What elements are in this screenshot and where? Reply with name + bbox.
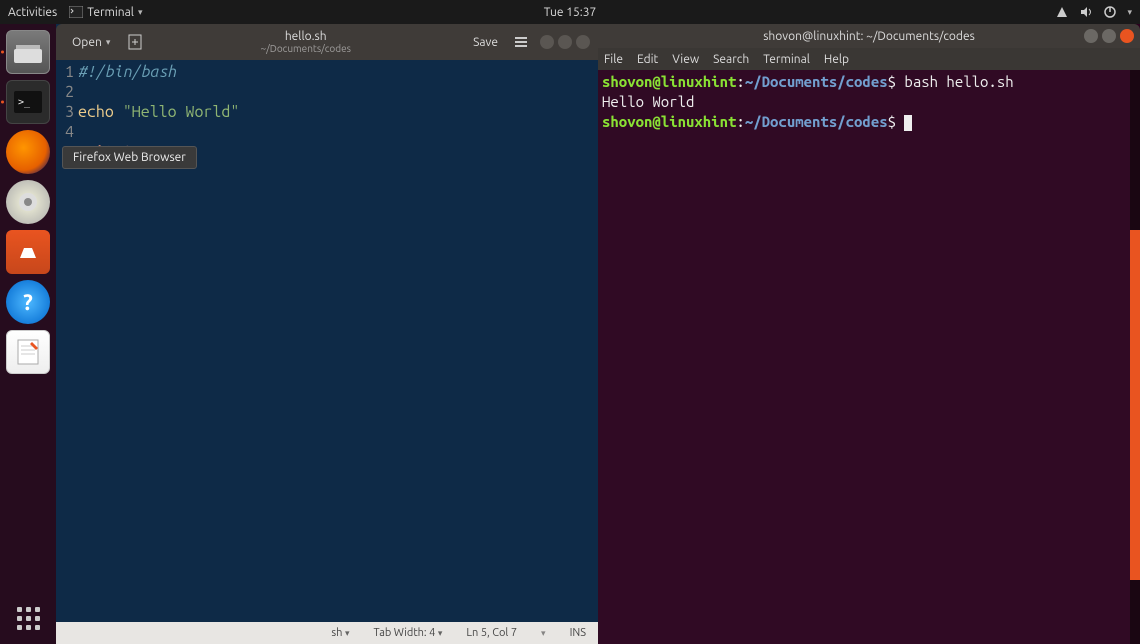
terminal-titlebar: shovon@linuxhint: ~/Documents/codes (598, 24, 1140, 48)
cursor-position: Ln 5, Col 7 (466, 627, 517, 639)
close-button[interactable] (576, 35, 590, 49)
activities-button[interactable]: Activities (8, 6, 57, 19)
dock-terminal[interactable]: >_ (6, 80, 50, 124)
svg-text:>_: >_ (18, 97, 31, 108)
maximize-button[interactable] (558, 35, 572, 49)
window-controls (1084, 29, 1134, 43)
dock-firefox[interactable] (6, 130, 50, 174)
save-button[interactable]: Save (463, 32, 508, 53)
line-number: 4 (56, 122, 74, 142)
menu-terminal[interactable]: Terminal (763, 53, 810, 66)
menu-view[interactable]: View (672, 53, 699, 66)
volume-icon (1079, 5, 1093, 19)
open-button[interactable]: Open ▾ (64, 32, 118, 53)
menu-help[interactable]: Help (824, 53, 849, 66)
code-line[interactable] (78, 82, 598, 102)
app-menu[interactable]: Terminal ▾ (69, 5, 142, 19)
terminal-line: Hello World (602, 92, 1136, 112)
terminal-window: shovon@linuxhint: ~/Documents/codes File… (598, 24, 1140, 644)
gedit-title: hello.sh ~/Documents/codes (148, 30, 463, 54)
dock-notes[interactable] (6, 330, 50, 374)
dock-settings[interactable] (6, 180, 50, 224)
line-number: 3 (56, 102, 74, 122)
gedit-window: Open ▾ hello.sh ~/Documents/codes Save 1… (56, 24, 598, 644)
window-controls (540, 35, 590, 49)
new-document-button[interactable] (122, 30, 148, 54)
cursor (904, 115, 912, 131)
code-line[interactable]: echo "Hello World" (78, 102, 598, 122)
gedit-statusbar: sh ▾ Tab Width: 4 ▾ Ln 5, Col 7 ▾ INS (56, 622, 598, 644)
minimize-button[interactable] (540, 35, 554, 49)
workspace: Open ▾ hello.sh ~/Documents/codes Save 1… (56, 24, 1140, 644)
dock-software[interactable] (6, 230, 50, 274)
scrollbar-thumb[interactable] (1130, 230, 1140, 580)
dock-files[interactable] (6, 30, 50, 74)
chevron-down-icon: ▾ (138, 7, 143, 18)
gedit-headerbar: Open ▾ hello.sh ~/Documents/codes Save (56, 24, 598, 60)
dock-show-apps[interactable] (17, 607, 40, 630)
insert-mode[interactable]: INS (570, 627, 586, 639)
terminal-line: shovon@linuxhint:~/Documents/codes$ (602, 112, 1136, 132)
menu-edit[interactable]: Edit (637, 53, 658, 66)
clock[interactable]: Tue 15:37 (544, 6, 597, 19)
terminal-icon (69, 5, 83, 19)
terminal-body[interactable]: shovon@linuxhint:~/Documents/codes$ bash… (598, 70, 1140, 644)
document-path: ~/Documents/codes (148, 43, 463, 54)
code-line[interactable]: #!/bin/bash (78, 62, 598, 82)
hamburger-menu[interactable] (508, 32, 534, 52)
chevron-down-icon: ▾ (1127, 7, 1132, 18)
scrollbar[interactable] (1130, 70, 1140, 644)
terminal-title-text: shovon@linuxhint: ~/Documents/codes (763, 30, 975, 43)
tabwidth-selector[interactable]: Tab Width: 4 ▾ (374, 627, 443, 639)
ubuntu-dock: >_ ? (0, 24, 56, 644)
minimize-button[interactable] (1084, 29, 1098, 43)
menu-file[interactable]: File (604, 53, 623, 66)
gnome-topbar: Activities Terminal ▾ Tue 15:37 ▾ (0, 0, 1140, 24)
power-icon (1103, 5, 1117, 19)
line-number: 2 (56, 82, 74, 102)
terminal-line: shovon@linuxhint:~/Documents/codes$ bash… (602, 72, 1136, 92)
code-line[interactable] (78, 122, 598, 142)
maximize-button[interactable] (1102, 29, 1116, 43)
close-button[interactable] (1120, 29, 1134, 43)
network-icon (1055, 5, 1069, 19)
app-menu-label: Terminal (87, 6, 134, 19)
line-number: 1 (56, 62, 74, 82)
editor-area[interactable]: 12345 #!/bin/bashecho "Hello World"exit … (56, 60, 598, 622)
dock-tooltip: Firefox Web Browser (62, 146, 197, 169)
menu-search[interactable]: Search (713, 53, 749, 66)
status-tray[interactable]: ▾ (1055, 5, 1132, 19)
open-label: Open (72, 36, 102, 49)
dock-help[interactable]: ? (6, 280, 50, 324)
document-title: hello.sh (285, 30, 327, 43)
chevron-down-icon: ▾ (106, 37, 111, 48)
terminal-menubar: File Edit View Search Terminal Help (598, 48, 1140, 70)
language-selector[interactable]: sh ▾ (331, 627, 349, 639)
